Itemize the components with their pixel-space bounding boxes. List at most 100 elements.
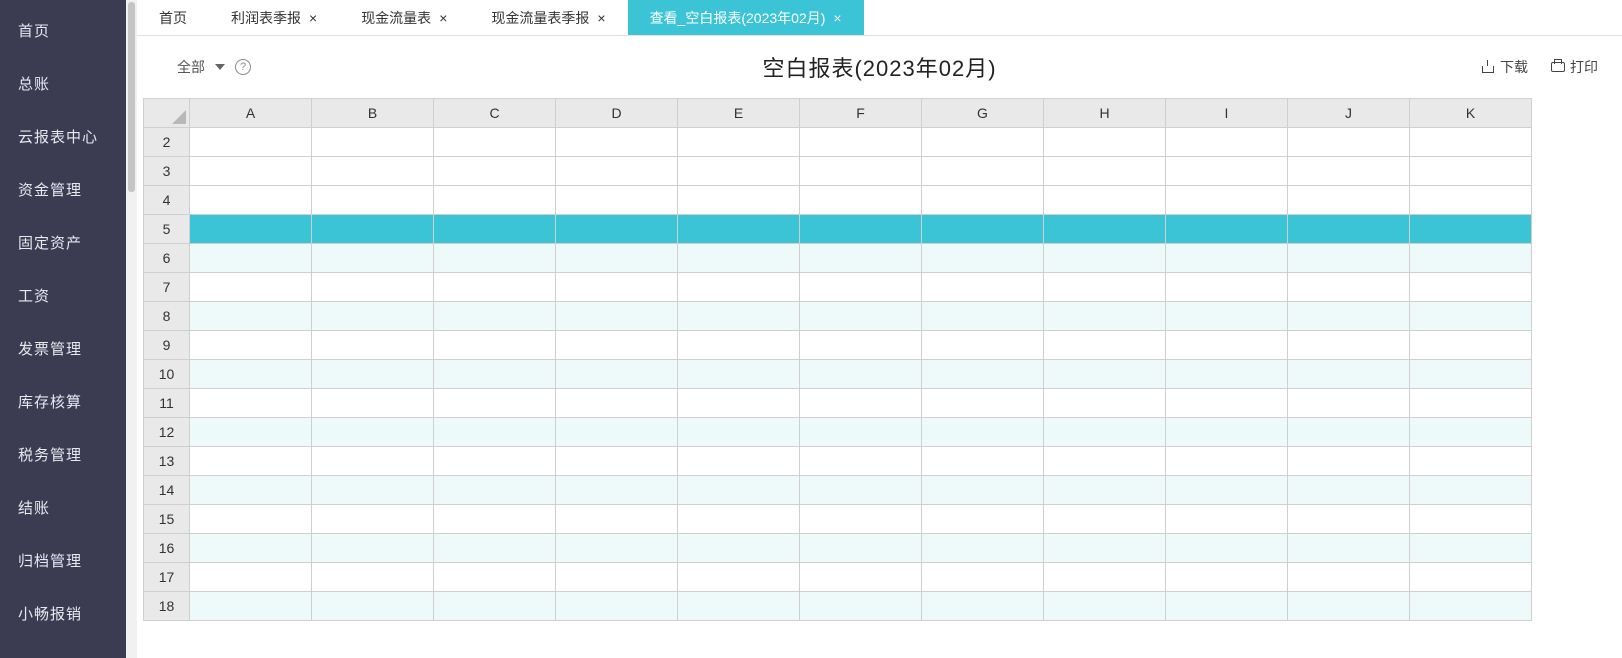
cell-K16[interactable] [1410, 534, 1532, 563]
cell-I13[interactable] [1166, 447, 1288, 476]
cell-B3[interactable] [312, 157, 434, 186]
cell-K10[interactable] [1410, 360, 1532, 389]
cell-F7[interactable] [800, 273, 922, 302]
cell-D11[interactable] [556, 389, 678, 418]
sidebar-scrollbar[interactable] [126, 0, 137, 658]
cell-G10[interactable] [922, 360, 1044, 389]
cell-H12[interactable] [1044, 418, 1166, 447]
cell-J9[interactable] [1288, 331, 1410, 360]
cell-E3[interactable] [678, 157, 800, 186]
sidebar-item-0[interactable]: 首页 [0, 4, 126, 57]
cell-A4[interactable] [190, 186, 312, 215]
cell-H14[interactable] [1044, 476, 1166, 505]
cell-I14[interactable] [1166, 476, 1288, 505]
cell-J4[interactable] [1288, 186, 1410, 215]
cell-F9[interactable] [800, 331, 922, 360]
cell-J14[interactable] [1288, 476, 1410, 505]
cell-A12[interactable] [190, 418, 312, 447]
cell-G2[interactable] [922, 128, 1044, 157]
sidebar-item-10[interactable]: 归档管理 [0, 534, 126, 587]
cell-K15[interactable] [1410, 505, 1532, 534]
cell-J2[interactable] [1288, 128, 1410, 157]
cell-B10[interactable] [312, 360, 434, 389]
cell-I17[interactable] [1166, 563, 1288, 592]
cell-E11[interactable] [678, 389, 800, 418]
cell-B4[interactable] [312, 186, 434, 215]
cell-C4[interactable] [434, 186, 556, 215]
cell-H9[interactable] [1044, 331, 1166, 360]
tab-4[interactable]: 查看_空白报表(2023年02月)× [628, 0, 864, 35]
cell-K7[interactable] [1410, 273, 1532, 302]
cell-F12[interactable] [800, 418, 922, 447]
column-header-B[interactable]: B [312, 99, 434, 128]
cell-H15[interactable] [1044, 505, 1166, 534]
cell-H2[interactable] [1044, 128, 1166, 157]
cell-D18[interactable] [556, 592, 678, 621]
cell-H5[interactable] [1044, 215, 1166, 244]
cell-J16[interactable] [1288, 534, 1410, 563]
cell-G16[interactable] [922, 534, 1044, 563]
cell-K8[interactable] [1410, 302, 1532, 331]
cell-B11[interactable] [312, 389, 434, 418]
cell-B16[interactable] [312, 534, 434, 563]
cell-F17[interactable] [800, 563, 922, 592]
cell-H11[interactable] [1044, 389, 1166, 418]
row-header-8[interactable]: 8 [144, 302, 190, 331]
close-icon[interactable]: × [309, 11, 317, 25]
cell-A7[interactable] [190, 273, 312, 302]
cell-D5[interactable] [556, 215, 678, 244]
cell-A8[interactable] [190, 302, 312, 331]
sidebar-item-2[interactable]: 云报表中心 [0, 110, 126, 163]
cell-G6[interactable] [922, 244, 1044, 273]
cell-G8[interactable] [922, 302, 1044, 331]
cell-G3[interactable] [922, 157, 1044, 186]
row-header-14[interactable]: 14 [144, 476, 190, 505]
cell-B12[interactable] [312, 418, 434, 447]
sidebar-item-1[interactable]: 总账 [0, 57, 126, 110]
cell-J3[interactable] [1288, 157, 1410, 186]
cell-A5[interactable] [190, 215, 312, 244]
cell-H4[interactable] [1044, 186, 1166, 215]
sidebar-item-5[interactable]: 工资 [0, 269, 126, 322]
cell-E7[interactable] [678, 273, 800, 302]
cell-G17[interactable] [922, 563, 1044, 592]
row-header-13[interactable]: 13 [144, 447, 190, 476]
cell-E15[interactable] [678, 505, 800, 534]
cell-H10[interactable] [1044, 360, 1166, 389]
column-header-A[interactable]: A [190, 99, 312, 128]
cell-C2[interactable] [434, 128, 556, 157]
cell-J10[interactable] [1288, 360, 1410, 389]
sidebar-item-9[interactable]: 结账 [0, 481, 126, 534]
cell-B18[interactable] [312, 592, 434, 621]
cell-F18[interactable] [800, 592, 922, 621]
cell-I10[interactable] [1166, 360, 1288, 389]
row-header-9[interactable]: 9 [144, 331, 190, 360]
cell-C5[interactable] [434, 215, 556, 244]
cell-C14[interactable] [434, 476, 556, 505]
cell-G15[interactable] [922, 505, 1044, 534]
cell-H8[interactable] [1044, 302, 1166, 331]
cell-F5[interactable] [800, 215, 922, 244]
cell-D6[interactable] [556, 244, 678, 273]
cell-G5[interactable] [922, 215, 1044, 244]
row-header-6[interactable]: 6 [144, 244, 190, 273]
cell-B6[interactable] [312, 244, 434, 273]
cell-G4[interactable] [922, 186, 1044, 215]
cell-E12[interactable] [678, 418, 800, 447]
cell-I7[interactable] [1166, 273, 1288, 302]
cell-I9[interactable] [1166, 331, 1288, 360]
cell-K14[interactable] [1410, 476, 1532, 505]
cell-E8[interactable] [678, 302, 800, 331]
cell-I12[interactable] [1166, 418, 1288, 447]
cell-C7[interactable] [434, 273, 556, 302]
cell-B13[interactable] [312, 447, 434, 476]
cell-I5[interactable] [1166, 215, 1288, 244]
cell-J13[interactable] [1288, 447, 1410, 476]
cell-E13[interactable] [678, 447, 800, 476]
cell-I6[interactable] [1166, 244, 1288, 273]
sidebar-item-8[interactable]: 税务管理 [0, 428, 126, 481]
row-header-18[interactable]: 18 [144, 592, 190, 621]
column-header-D[interactable]: D [556, 99, 678, 128]
print-button[interactable]: 打印 [1550, 57, 1598, 77]
cell-A11[interactable] [190, 389, 312, 418]
